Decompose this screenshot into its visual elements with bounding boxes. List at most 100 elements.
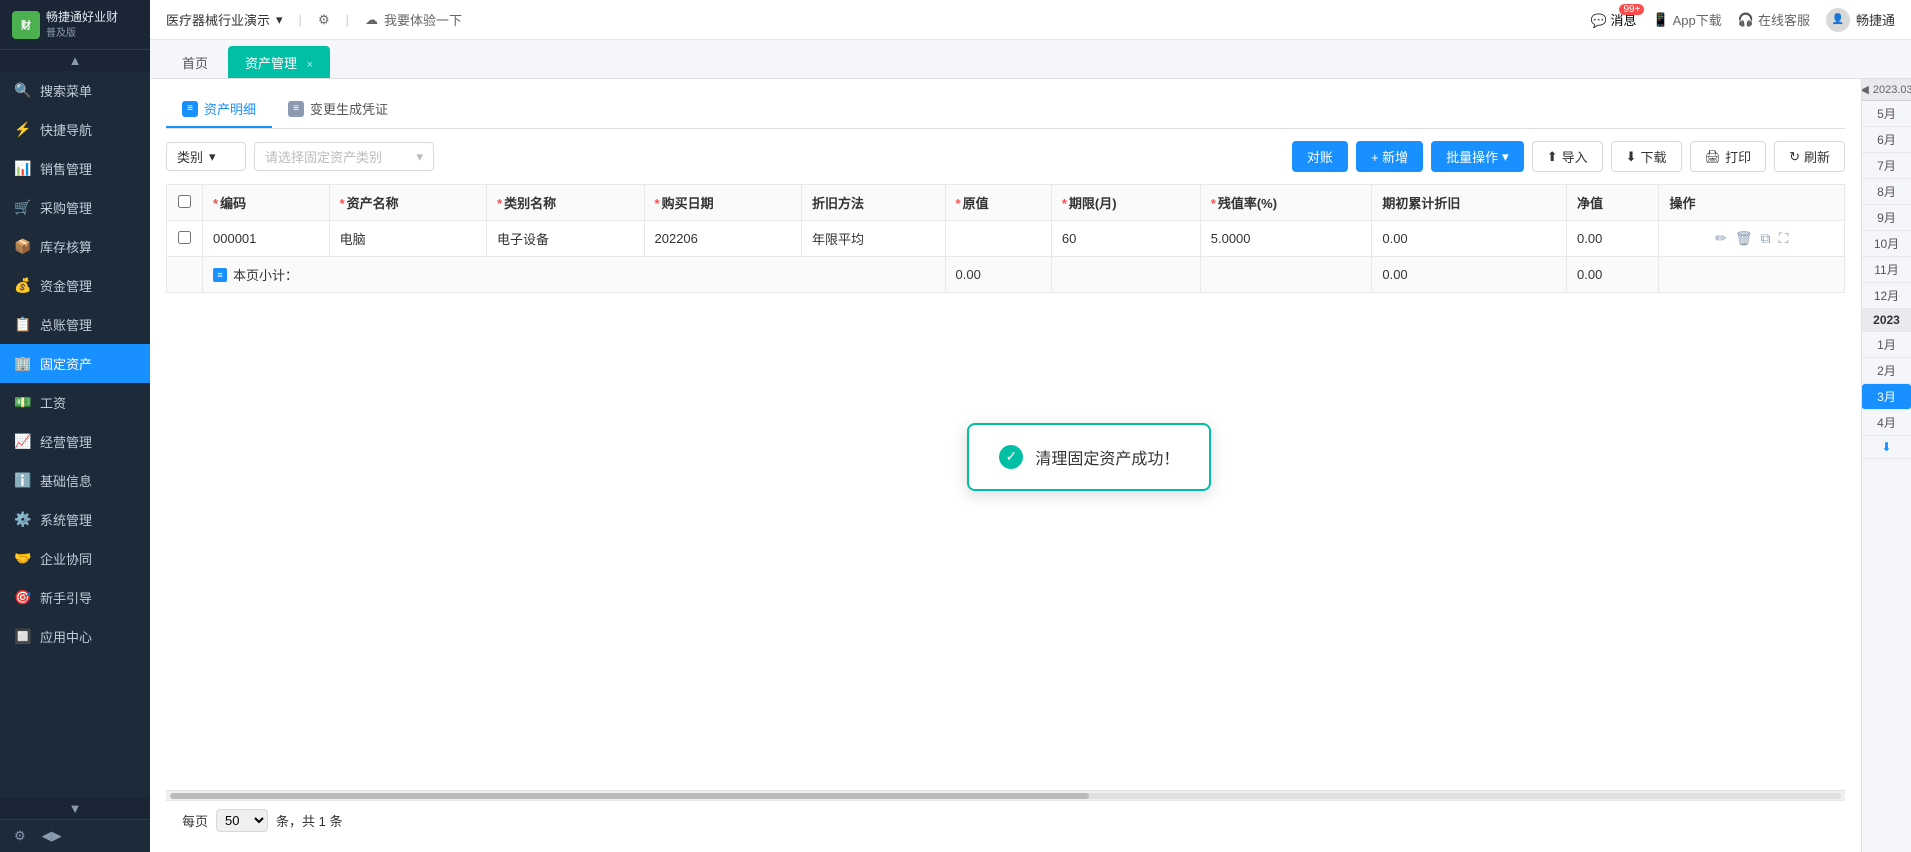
horizontal-scrollbar[interactable] bbox=[166, 790, 1845, 800]
sidebar-scroll-down[interactable]: ▼ bbox=[0, 798, 150, 819]
sidebar-item-quicknav[interactable]: ⚡ 快捷导航 bbox=[0, 110, 150, 149]
date-item-6[interactable]: 6月 bbox=[1862, 127, 1911, 153]
sales-icon: 📊 bbox=[14, 160, 32, 177]
sidebar-item-search[interactable]: 🔍 搜索菜单 bbox=[0, 71, 150, 110]
settings-icon[interactable]: ⚙ bbox=[14, 828, 26, 844]
select-all-checkbox[interactable] bbox=[178, 195, 191, 208]
asset-category-select[interactable]: 请选择固定资产类别 ▾ bbox=[254, 142, 434, 171]
date-item-1[interactable]: 1月 bbox=[1862, 332, 1911, 358]
toolbar: 类别 ▾ 请选择固定资产类别 ▾ 对账 + 新增 bbox=[166, 141, 1845, 172]
date-item-12[interactable]: 12月 bbox=[1862, 283, 1911, 309]
td-category: 电子设备 bbox=[487, 221, 644, 257]
delete-icon[interactable]: 🗑 bbox=[1735, 230, 1753, 247]
date-item-9[interactable]: 9月 bbox=[1862, 205, 1911, 231]
row-checkbox[interactable] bbox=[178, 231, 191, 244]
collapse-icon[interactable]: ◀▶ bbox=[42, 828, 62, 844]
sidebar-item-basic-info[interactable]: ℹ️ 基础信息 bbox=[0, 461, 150, 500]
td-purchase-date: 202206 bbox=[644, 221, 801, 257]
message-label: 消息 bbox=[1610, 13, 1636, 28]
tab-asset-management[interactable]: 资产管理 × bbox=[228, 46, 330, 78]
message-icon: 💬 bbox=[1591, 13, 1607, 28]
sidebar-item-app-center[interactable]: 🔲 应用中心 bbox=[0, 617, 150, 656]
sidebar-scroll-up[interactable]: ▲ bbox=[0, 50, 150, 71]
batch-button[interactable]: 批量操作 ▾ bbox=[1431, 141, 1524, 172]
more-icon[interactable]: ⛶ bbox=[1779, 230, 1789, 247]
guide-icon: 🎯 bbox=[14, 589, 32, 606]
import-label: 导入 bbox=[1562, 147, 1588, 166]
refresh-label: 刷新 bbox=[1804, 147, 1830, 166]
sidebar-item-sales[interactable]: 📊 销售管理 bbox=[0, 149, 150, 188]
tab-close-icon[interactable]: × bbox=[307, 59, 313, 71]
app-download-label: App下载 bbox=[1673, 10, 1722, 29]
date-item-2[interactable]: 2月 bbox=[1862, 358, 1911, 384]
th-action: 操作 bbox=[1659, 185, 1845, 221]
subtab-change-voucher[interactable]: ≡ 变更生成凭证 bbox=[272, 91, 404, 128]
th-original-value: *原值 bbox=[945, 185, 1051, 221]
customer-service-btn[interactable]: 🎧 在线客服 bbox=[1738, 10, 1810, 29]
refresh-button[interactable]: ↻ 刷新 bbox=[1774, 141, 1845, 172]
th-period: *期限(月) bbox=[1051, 185, 1200, 221]
date-panel-toggle-left[interactable]: ◀ bbox=[1861, 83, 1869, 96]
message-btn[interactable]: 💬 消息 99+ bbox=[1591, 10, 1637, 29]
topbar: 医疗器械行业演示 ▾ | ⚙ | ☁ 我要体验一下 💬 消息 99+ 📱 App… bbox=[150, 0, 1911, 40]
filter-group: 类别 ▾ 请选择固定资产类别 ▾ bbox=[166, 142, 434, 171]
toolbar-right: 对账 + 新增 批量操作 ▾ ⬆ 导入 ⬇ 下载 bbox=[1292, 141, 1845, 172]
logo-text: 畅捷通好业财 bbox=[46, 10, 118, 24]
sidebar-item-collab[interactable]: 🤝 企业协同 bbox=[0, 539, 150, 578]
change-voucher-icon: ≡ bbox=[288, 101, 304, 117]
purchase-icon: 🛒 bbox=[14, 199, 32, 216]
sidebar-item-fixed-assets[interactable]: 🏢 固定资产 bbox=[0, 344, 150, 383]
date-item-3-current[interactable]: 3月 bbox=[1862, 384, 1911, 410]
date-item-8[interactable]: 8月 bbox=[1862, 179, 1911, 205]
date-item-5[interactable]: 5月 bbox=[1862, 101, 1911, 127]
pagination: 每页 50 10 20 100 条，共 1 条 bbox=[166, 800, 1845, 840]
date-item-10[interactable]: 10月 bbox=[1862, 231, 1911, 257]
avatar: 👤 bbox=[1826, 8, 1850, 32]
sidebar-item-guide[interactable]: 🎯 新手引导 bbox=[0, 578, 150, 617]
per-page-select[interactable]: 50 10 20 100 bbox=[216, 809, 268, 832]
edit-icon[interactable]: ✏ bbox=[1715, 230, 1727, 247]
cloud-icon: ☁ bbox=[365, 12, 378, 28]
sidebar-item-operations[interactable]: 📈 经营管理 bbox=[0, 422, 150, 461]
subtab-asset-detail[interactable]: ≡ 资产明细 bbox=[166, 91, 272, 128]
search-icon: 🔍 bbox=[14, 82, 32, 99]
scrollbar-thumb[interactable] bbox=[170, 793, 1089, 799]
reconcile-button[interactable]: 对账 bbox=[1292, 141, 1348, 172]
date-item-4[interactable]: 4月 bbox=[1862, 410, 1911, 436]
tab-home[interactable]: 首页 bbox=[166, 47, 224, 78]
sidebar-item-label: 资金管理 bbox=[40, 276, 92, 295]
sidebar-item-ledger[interactable]: 📋 总账管理 bbox=[0, 305, 150, 344]
company-selector[interactable]: 医疗器械行业演示 ▾ bbox=[166, 10, 283, 29]
sidebar-item-finance[interactable]: 💰 资金管理 bbox=[0, 266, 150, 305]
sidebar-item-payroll[interactable]: 💵 工资 bbox=[0, 383, 150, 422]
toast-success-icon: ✓ bbox=[999, 445, 1023, 469]
sidebar-item-system[interactable]: ⚙️ 系统管理 bbox=[0, 500, 150, 539]
sidebar-item-label: 固定资产 bbox=[40, 354, 92, 373]
batch-dropdown-icon: ▾ bbox=[1502, 149, 1509, 165]
td-name: 电脑 bbox=[329, 221, 486, 257]
download-button[interactable]: ⬇ 下载 bbox=[1611, 141, 1682, 172]
date-item-7[interactable]: 7月 bbox=[1862, 153, 1911, 179]
sidebar-item-label: 工资 bbox=[40, 393, 66, 412]
experience-btn[interactable]: ☁ 我要体验一下 bbox=[365, 10, 462, 29]
date-item-11[interactable]: 11月 bbox=[1862, 257, 1911, 283]
settings-gear-icon[interactable]: ⚙ bbox=[318, 12, 330, 28]
inventory-icon: 📦 bbox=[14, 238, 32, 255]
chevron-down-icon: ▾ bbox=[209, 149, 216, 165]
sidebar-item-purchase[interactable]: 🛒 采购管理 bbox=[0, 188, 150, 227]
copy-icon[interactable]: ⧉ bbox=[1761, 230, 1771, 247]
import-button[interactable]: ⬆ 导入 bbox=[1532, 141, 1603, 172]
print-button[interactable]: 🖨 打印 bbox=[1690, 141, 1767, 172]
content-main: ≡ 资产明细 ≡ 变更生成凭证 类别 ▾ 请选择固定资产类别 bbox=[150, 79, 1861, 852]
date-panel: ◀ 2023.03 5月 6月 7月 8月 9月 10月 11月 12月 202… bbox=[1861, 79, 1911, 852]
category-filter[interactable]: 类别 ▾ bbox=[166, 142, 246, 171]
operations-icon: 📈 bbox=[14, 433, 32, 450]
user-menu[interactable]: 👤 畅捷通 bbox=[1826, 8, 1895, 32]
new-button[interactable]: + 新增 bbox=[1356, 141, 1423, 172]
date-panel-header: ◀ 2023.03 bbox=[1862, 79, 1911, 101]
th-name: *资产名称 bbox=[329, 185, 486, 221]
sidebar-item-inventory[interactable]: 📦 库存核算 bbox=[0, 227, 150, 266]
date-panel-down[interactable]: ⬇ bbox=[1862, 436, 1911, 459]
company-dropdown-icon: ▾ bbox=[276, 12, 283, 28]
app-download-btn[interactable]: 📱 App下载 bbox=[1652, 10, 1721, 29]
